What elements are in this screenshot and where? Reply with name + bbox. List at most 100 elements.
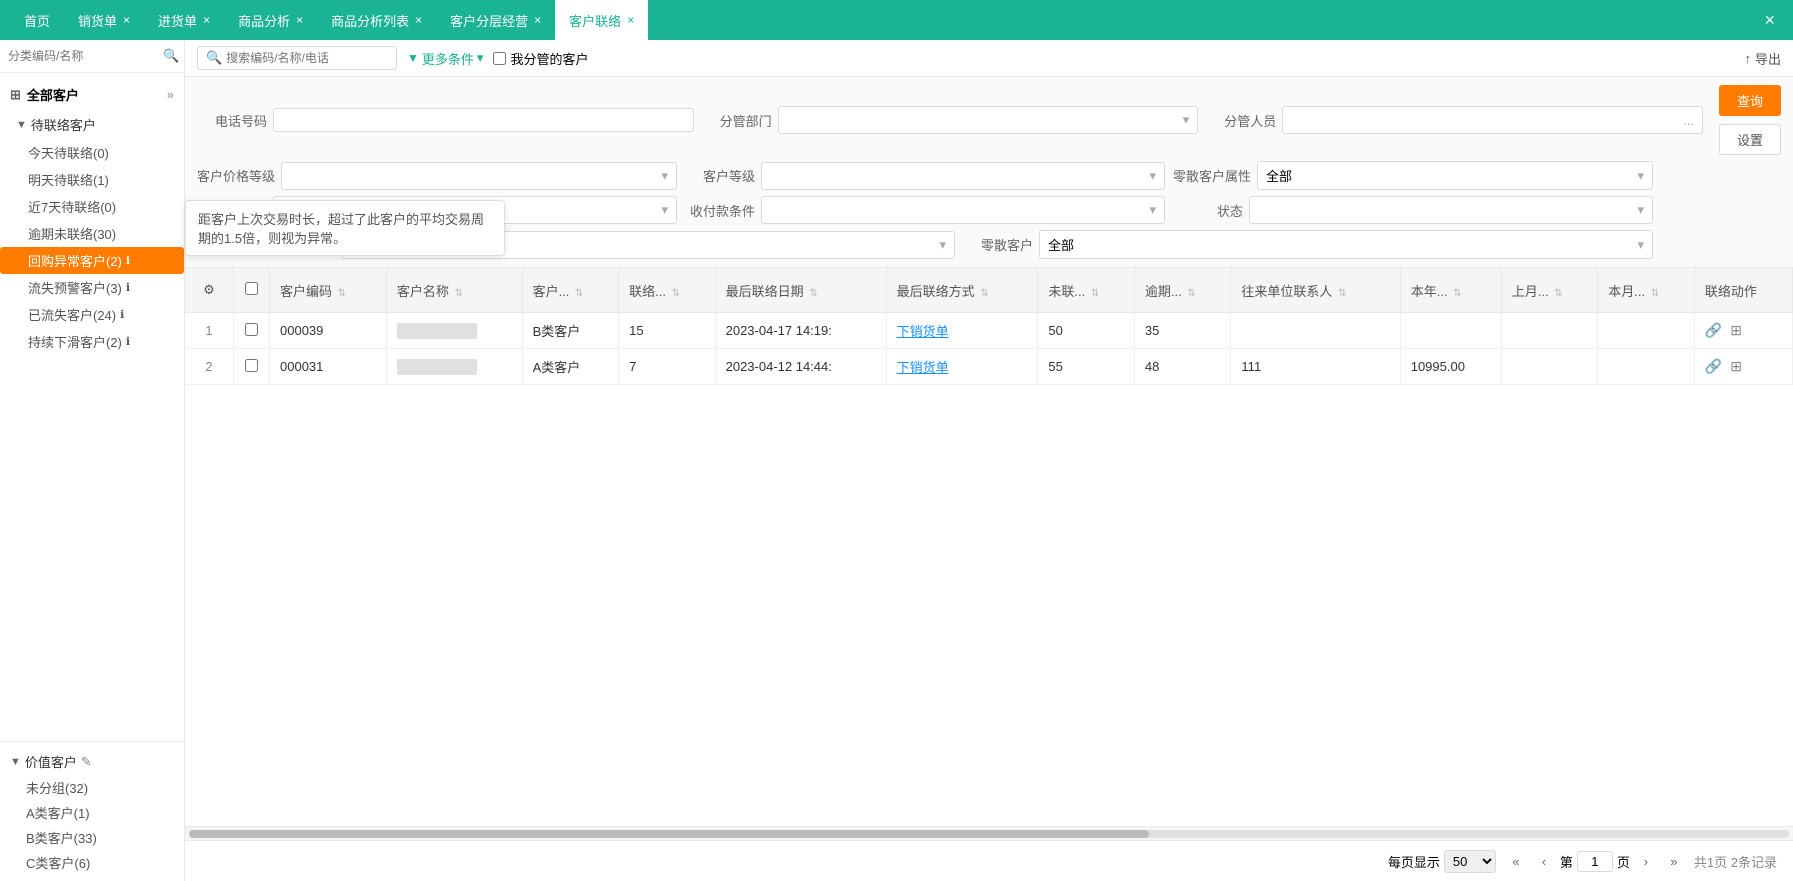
more-conditions-btn[interactable]: ▼ 更多条件 ▾ [407,49,483,68]
col-header-overdue: 逾期... ⇅ [1134,268,1231,313]
nav-purchase-close[interactable]: × [203,13,210,27]
my-customers-checkbox[interactable]: 我分管的客户 [493,49,588,68]
next-page-button[interactable]: › [1634,849,1658,873]
page-number-input[interactable] [1577,851,1613,872]
row2-level: A类客户 [522,349,619,385]
sidebar-item-ungroup[interactable]: 未分组(32) [10,775,174,800]
nav-customer-tier[interactable]: 客户分层经营 × [436,0,555,40]
sidebar-item-a-class[interactable]: A类客户(1) [10,800,174,825]
sort-contact-icon[interactable]: ⇅ [672,288,680,299]
sidebar-all-customers[interactable]: ⊞ 全部客户 » [0,79,184,110]
last-page-button[interactable]: » [1662,849,1686,873]
sidebar-item-today[interactable]: 今天待联络(0) [0,139,184,166]
nav-product-list[interactable]: 商品分析列表 × [317,0,436,40]
retail-customer-select[interactable]: 全部 ▾ [1039,230,1653,259]
row1-uncontacted: 50 [1038,313,1135,349]
my-customers-check[interactable] [493,52,506,65]
page-navigation: « ‹ 第 页 › » [1504,849,1686,873]
info-icon-abnormal: ℹ [126,254,130,267]
sidebar-item-tomorrow[interactable]: 明天待联络(1) [0,166,184,193]
sort-code-icon[interactable]: ⇅ [338,288,346,299]
dept-select[interactable]: ▾ [778,106,1199,134]
sort-level-icon[interactable]: ⇅ [575,288,583,299]
filter-manager: 分管人员 ... [1206,106,1703,134]
tooltip: 距客户上次交易时长，超过了此客户的平均交易周期的1.5倍，则视为异常。 [185,200,505,256]
sidebar-item-c-class[interactable]: C类客户(6) [10,850,174,875]
row2-contact: 7 [619,349,716,385]
sort-lastdate-icon[interactable]: ⇅ [809,288,817,299]
col-settings[interactable]: ⚙ [185,268,234,313]
sidebar-item-abnormal-repurchase[interactable]: 回购异常客户(2) ℹ [0,247,184,274]
collapse-icon[interactable]: » [167,87,174,102]
status-select[interactable]: ▾ [1249,196,1653,224]
col-header-code: 客户编码 ⇅ [270,268,387,313]
sidebar-item-overdue[interactable]: 逾期未联络(30) [0,220,184,247]
sidebar-item-churned[interactable]: 已流失客户(24) ℹ [0,301,184,328]
sidebar-search-input[interactable] [8,49,163,63]
row2-check[interactable] [234,349,270,385]
row1-last-method[interactable]: 下销货单 [886,313,1038,349]
edit-icon[interactable]: ✎ [81,754,92,770]
sidebar-item-churn-warning[interactable]: 流失预警客户(3) ℹ [0,274,184,301]
first-page-button[interactable]: « [1504,849,1528,873]
scrollbar-thumb[interactable] [189,830,1149,838]
filter-search-input[interactable] [226,51,386,65]
price-level-select[interactable]: ▾ [281,162,677,190]
nav-customer-tier-close[interactable]: × [534,13,541,27]
sort-lastmethod-icon[interactable]: ⇅ [980,288,988,299]
nav-customer-contact-close[interactable]: × [627,13,634,27]
nav-sales-order[interactable]: 销货单 × [64,0,144,40]
nav-customer-contact[interactable]: 客户联络 × [555,0,648,40]
nav-home[interactable]: 首页 [10,0,64,40]
row1-grid-icon[interactable]: ⊞ [1730,322,1742,339]
check-all[interactable] [245,282,258,295]
sort-name-icon[interactable]: ⇅ [455,288,463,299]
sort-overdue-icon[interactable]: ⇅ [1187,288,1195,299]
per-page-select[interactable]: 50 20 100 [1444,850,1496,873]
sort-lastmonth-icon[interactable]: ⇅ [1554,288,1562,299]
horizontal-scrollbar[interactable] [185,826,1793,840]
nav-product-analysis-close[interactable]: × [296,13,303,27]
payment-select[interactable]: ▾ [761,196,1165,224]
row1-last-month [1501,313,1598,349]
row2-last-method[interactable]: 下销货单 [886,349,1038,385]
nav-sales-order-close[interactable]: × [123,13,130,27]
settings-button[interactable]: 设置 [1719,124,1781,155]
sidebar-item-declining[interactable]: 持续下滑客户(2) ℹ [0,328,184,355]
query-button[interactable]: 查询 [1719,85,1781,116]
prev-page-button[interactable]: ‹ [1532,849,1556,873]
sort-person-icon[interactable]: ⇅ [1338,288,1346,299]
col-header-last-method: 最后联络方式 ⇅ [886,268,1038,313]
col-header-action: 联络动作 [1694,268,1792,313]
scrollbar-track[interactable] [189,830,1789,838]
sidebar-item-7days[interactable]: 近7天待联络(0) [0,193,184,220]
sort-thisyear-icon[interactable]: ⇅ [1453,288,1461,299]
window-close-icon[interactable]: × [1756,10,1783,31]
col-check-all[interactable] [234,268,270,313]
nav-product-analysis[interactable]: 商品分析 × [224,0,317,40]
row2-link-icon[interactable]: 🔗 [1705,358,1722,375]
export-button[interactable]: ↑ 导出 [1744,49,1781,68]
row1-link-icon[interactable]: 🔗 [1705,322,1722,339]
customer-level-select[interactable]: ▾ [761,162,1165,190]
more-dots-manager[interactable]: ... [1683,113,1694,128]
row2-checkbox[interactable] [245,359,258,372]
content-area: 🔍 ▼ 更多条件 ▾ 我分管的客户 ↑ 导出 电话号码 [185,40,1793,881]
sidebar-search-icon[interactable]: 🔍 [163,48,179,64]
sidebar-group-pending[interactable]: ▼ 待联络客户 [0,110,184,139]
sort-thismonth-icon[interactable]: ⇅ [1651,288,1659,299]
sort-uncontacted-icon[interactable]: ⇅ [1091,288,1099,299]
filter-search-icon: 🔍 [206,50,222,66]
nav-product-list-close[interactable]: × [415,13,422,27]
row1-checkbox[interactable] [245,323,258,336]
table-settings-gear[interactable]: ⚙ [195,276,223,304]
row1-check[interactable] [234,313,270,349]
manager-select[interactable]: ... [1282,106,1703,134]
nav-purchase-order[interactable]: 进货单 × [144,0,224,40]
sidebar-value-customers-group[interactable]: ▼ 价值客户 ✎ [10,748,174,775]
phone-input[interactable] [273,108,694,132]
row2-grid-icon[interactable]: ⊞ [1730,358,1742,375]
row1-contact: 15 [619,313,716,349]
sidebar-item-b-class[interactable]: B类客户(33) [10,825,174,850]
retail-attr-select[interactable]: 全部 ▾ [1257,161,1653,190]
